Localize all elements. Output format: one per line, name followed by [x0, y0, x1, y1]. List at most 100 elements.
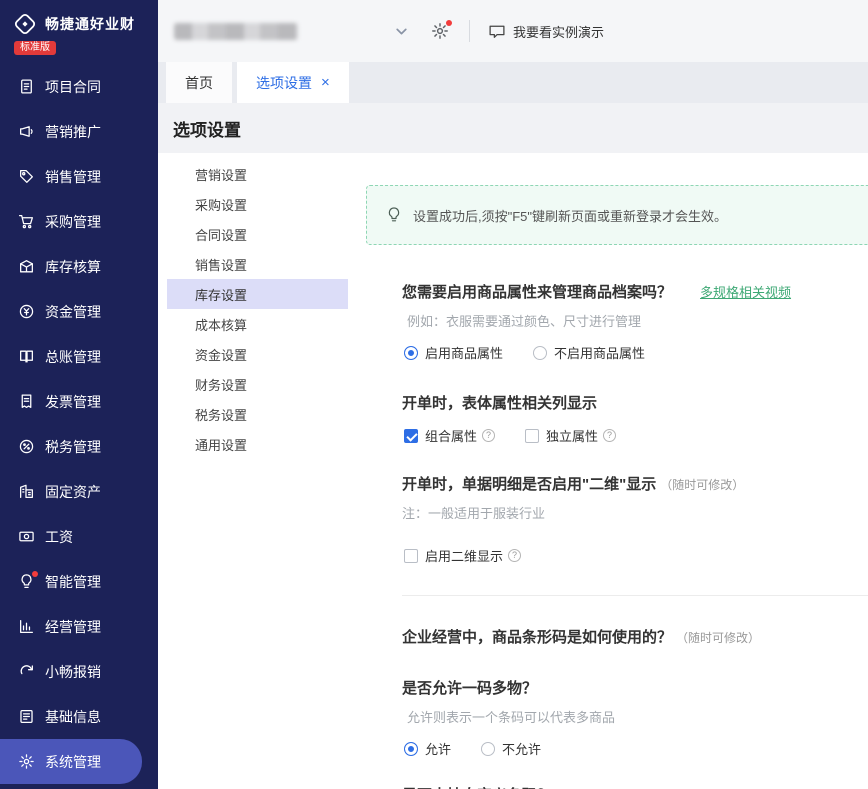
checkbox-icon: [525, 428, 540, 443]
radio-disallow[interactable]: 不允许: [481, 739, 541, 758]
settings-item-label: 税务设置: [195, 407, 248, 423]
settings-item-inventory[interactable]: 库存设置: [167, 279, 348, 309]
settings-item-label: 成本核算: [195, 317, 248, 333]
sidebar-item-system-management[interactable]: 系统管理: [0, 739, 142, 784]
org-selector[interactable]: [174, 22, 409, 40]
settings-item-label: 财务设置: [195, 377, 248, 393]
gear-notification-dot: [446, 20, 452, 26]
section-barcode-usage: 企业经营中，商品条形码是如何使用的？ （随时可修改）: [402, 626, 868, 647]
help-icon[interactable]: [603, 429, 617, 442]
settings-item-purchase[interactable]: 采购设置: [167, 189, 348, 219]
sidebar-item-smart-management[interactable]: 智能管理: [0, 559, 142, 604]
sidebar-item-label: 小畅报销: [45, 663, 101, 680]
radio-enable-product-attr[interactable]: 启用商品属性: [404, 343, 503, 362]
sidebar-item-label: 资金管理: [45, 303, 101, 320]
sidebar-item-inventory[interactable]: 库存核算: [0, 244, 142, 289]
smart-management-icon: [18, 571, 38, 590]
radio-icon: [481, 741, 496, 756]
sidebar-item-basic-info[interactable]: 基础信息: [0, 694, 142, 739]
tab-bar: 首页 选项设置 ×: [158, 62, 868, 103]
checkbox-independent-attr[interactable]: 独立属性: [525, 426, 617, 445]
chevron-down-icon: [394, 24, 409, 39]
sidebar-item-reimbursement[interactable]: 小畅报销: [0, 649, 142, 694]
sidebar-item-capital[interactable]: 资金管理: [0, 289, 142, 334]
capital-icon: [18, 303, 35, 320]
sidebar-item-label: 固定资产: [45, 483, 101, 500]
app-window: 畅捷通好业财 标准版 项目合同 营销推广 销售管理 采购管理 库存核算 资金管理…: [0, 0, 868, 789]
sales-icon: [18, 168, 35, 185]
settings-item-cost-accounting[interactable]: 成本核算: [167, 309, 348, 339]
radio-label: 不启用商品属性: [554, 346, 646, 361]
sidebar-item-label: 采购管理: [45, 213, 101, 230]
sidebar-item-label: 营销推广: [45, 123, 101, 140]
salary-icon: [18, 528, 35, 545]
main-area: 我要看实例演示 首页 选项设置 × 选项设置 营销设置 采购设置 合同设置 销售…: [158, 0, 868, 789]
settings-item-contract[interactable]: 合同设置: [167, 219, 348, 249]
checkbox-label: 启用二维显示: [425, 549, 504, 564]
radio-selected-icon: [404, 741, 418, 756]
basic-info-icon: [18, 708, 35, 725]
sidebar-item-tax[interactable]: 税务管理: [0, 424, 142, 469]
help-icon[interactable]: [508, 549, 522, 562]
topbar-divider: [469, 20, 470, 42]
checkbox-label: 独立属性: [546, 429, 599, 444]
sidebar-item-fixed-assets[interactable]: 固定资产: [0, 469, 142, 514]
purchase-icon: [18, 213, 35, 230]
sidebar-item-sales[interactable]: 销售管理: [0, 154, 142, 199]
multi-spec-video-link[interactable]: 多规格相关视频: [700, 282, 791, 301]
sidebar-item-purchase[interactable]: 采购管理: [0, 199, 142, 244]
tab-option-settings[interactable]: 选项设置 ×: [237, 62, 349, 103]
redacted-org-name: [174, 22, 298, 40]
info-alert: 设置成功后,须按"F5"键刷新页面或重新登录才会生效。: [366, 185, 868, 245]
demo-link[interactable]: 我要看实例演示: [488, 22, 604, 41]
settings-item-label: 销售设置: [195, 257, 248, 273]
sidebar-item-label: 基础信息: [45, 708, 101, 725]
question-title: 是否允许一码多物？: [402, 680, 538, 697]
section-2d-display: 开单时，单据明细是否启用"二维"显示 （随时可修改） 注：一般适用于服装行业 启…: [402, 473, 868, 565]
checkbox-checked-icon: [404, 428, 418, 443]
sidebar-item-label: 税务管理: [45, 438, 101, 455]
sidebar: 畅捷通好业财 标准版 项目合同 营销推广 销售管理 采购管理 库存核算 资金管理…: [0, 0, 158, 789]
sidebar-item-salary[interactable]: 工资: [0, 514, 142, 559]
help-icon[interactable]: [482, 429, 496, 442]
question-suffix: （随时可修改）: [676, 631, 761, 645]
settings-item-capital[interactable]: 资金设置: [167, 339, 348, 369]
checkbox-combined-attr[interactable]: 组合属性: [404, 426, 496, 445]
settings-gear-button[interactable]: [429, 20, 452, 42]
system-management-icon: [18, 753, 35, 770]
section-attribute-columns: 开单时，表体属性相关列显示 组合属性 独立属性: [402, 392, 868, 445]
page-title: 选项设置: [173, 120, 241, 140]
app-title: 畅捷通好业财: [45, 16, 135, 32]
content-area: 营销设置 采购设置 合同设置 销售设置 库存设置 成本核算 资金设置 财务设置 …: [158, 153, 868, 789]
settings-item-finance[interactable]: 财务设置: [167, 369, 348, 399]
settings-item-marketing[interactable]: 营销设置: [167, 159, 348, 189]
sidebar-item-label: 经营管理: [45, 618, 101, 635]
close-icon[interactable]: ×: [321, 75, 330, 90]
sidebar-item-project-contract[interactable]: 项目合同: [0, 64, 142, 109]
reimbursement-icon: [18, 663, 35, 680]
chat-bubble-icon: [488, 23, 506, 40]
radio-allow[interactable]: 允许: [404, 739, 451, 758]
radio-disable-product-attr[interactable]: 不启用商品属性: [533, 343, 645, 362]
question-title: 开单时，表体属性相关列显示: [402, 395, 598, 412]
edition-badge: 标准版: [14, 41, 56, 55]
checkbox-enable-2d-display[interactable]: 启用二维显示: [404, 546, 522, 565]
fixed-assets-icon: [18, 483, 35, 500]
tab-home[interactable]: 首页: [166, 62, 232, 103]
settings-panel: 设置成功后,须按"F5"键刷新页面或重新登录才会生效。 您需要启用商品属性来管理…: [348, 153, 868, 789]
checkbox-label: 组合属性: [425, 429, 478, 444]
sidebar-item-invoice[interactable]: 发票管理: [0, 379, 142, 424]
tab-label: 首页: [185, 74, 213, 91]
settings-item-sales[interactable]: 销售设置: [167, 249, 348, 279]
sidebar-item-label: 项目合同: [45, 78, 101, 95]
sidebar-item-label: 工资: [45, 528, 73, 545]
settings-item-general[interactable]: 通用设置: [167, 429, 348, 459]
settings-item-tax[interactable]: 税务设置: [167, 399, 348, 429]
sidebar-item-label: 库存核算: [45, 258, 101, 275]
sidebar-item-general-ledger[interactable]: 总账管理: [0, 334, 142, 379]
sidebar-item-marketing[interactable]: 营销推广: [0, 109, 142, 154]
radio-icon: [533, 345, 548, 360]
radio-selected-icon: [404, 345, 418, 360]
sidebar-item-business-management[interactable]: 经营管理: [0, 604, 142, 649]
question-suffix: （随时可修改）: [660, 478, 745, 492]
